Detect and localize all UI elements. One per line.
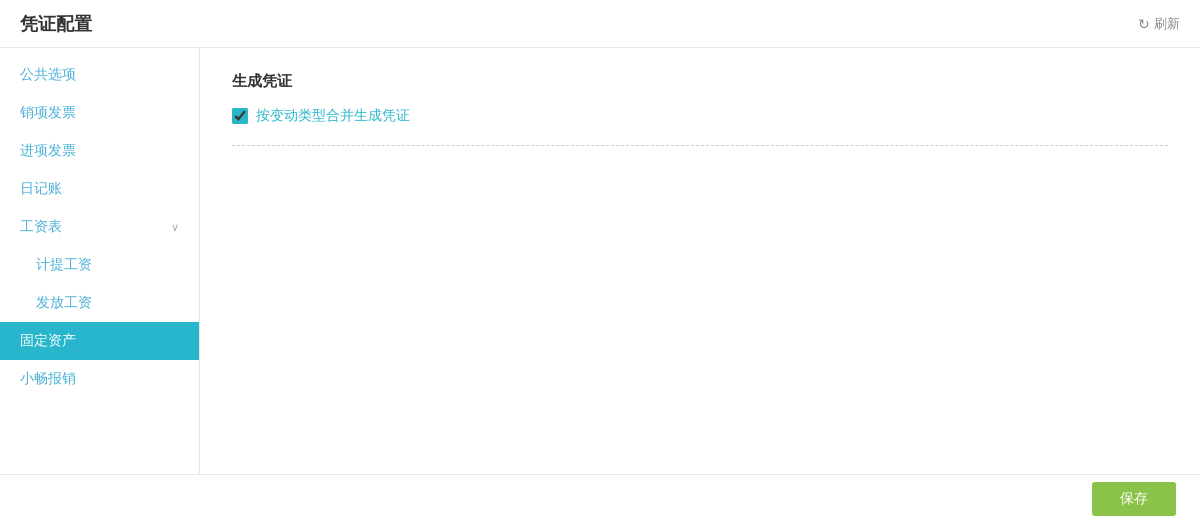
main-container: 公共选项 销项发票 进项发票 日记账 工资表 ∨ 计提工资 发放工资 固定资产 …: [0, 48, 1200, 474]
merge-by-type-label[interactable]: 按变动类型合并生成凭证: [256, 107, 410, 125]
header: 凭证配置 ↻ 刷新: [0, 0, 1200, 48]
sidebar-item-label: 销项发票: [20, 104, 76, 122]
section-title: 生成凭证: [232, 72, 1168, 91]
sidebar-item-label: 进项发票: [20, 142, 76, 160]
chevron-down-icon: ∨: [171, 221, 179, 234]
sidebar-item-label: 日记账: [20, 180, 62, 198]
refresh-label: 刷新: [1154, 15, 1180, 33]
checkbox-row: 按变动类型合并生成凭证: [232, 107, 1168, 125]
sidebar-item-payroll-calc[interactable]: 计提工资: [0, 246, 199, 284]
sidebar-item-fixed-assets[interactable]: 固定资产: [0, 322, 199, 360]
sidebar-item-label: 计提工资: [36, 256, 92, 274]
merge-by-type-checkbox[interactable]: [232, 108, 248, 124]
sidebar-item-purchase-invoice[interactable]: 进项发票: [0, 132, 199, 170]
refresh-icon: ↻: [1138, 16, 1150, 32]
sidebar: 公共选项 销项发票 进项发票 日记账 工资表 ∨ 计提工资 发放工资 固定资产 …: [0, 48, 200, 474]
sidebar-item-diary[interactable]: 日记账: [0, 170, 199, 208]
sidebar-item-label: 工资表: [20, 218, 62, 236]
sidebar-item-label: 发放工资: [36, 294, 92, 312]
content-area: 生成凭证 按变动类型合并生成凭证: [200, 48, 1200, 474]
sidebar-item-label: 小畅报销: [20, 370, 76, 388]
save-button[interactable]: 保存: [1092, 482, 1176, 516]
sidebar-item-public-options[interactable]: 公共选项: [0, 56, 199, 94]
sidebar-item-sales-invoice[interactable]: 销项发票: [0, 94, 199, 132]
page-title: 凭证配置: [20, 12, 92, 36]
section-divider: [232, 145, 1168, 146]
footer: 保存: [0, 474, 1200, 522]
sidebar-item-label: 固定资产: [20, 332, 76, 350]
sidebar-item-payroll-pay[interactable]: 发放工资: [0, 284, 199, 322]
sidebar-item-label: 公共选项: [20, 66, 76, 84]
refresh-button[interactable]: ↻ 刷新: [1138, 15, 1180, 33]
sidebar-item-expense-report[interactable]: 小畅报销: [0, 360, 199, 398]
sidebar-item-payroll-table[interactable]: 工资表 ∨: [0, 208, 199, 246]
